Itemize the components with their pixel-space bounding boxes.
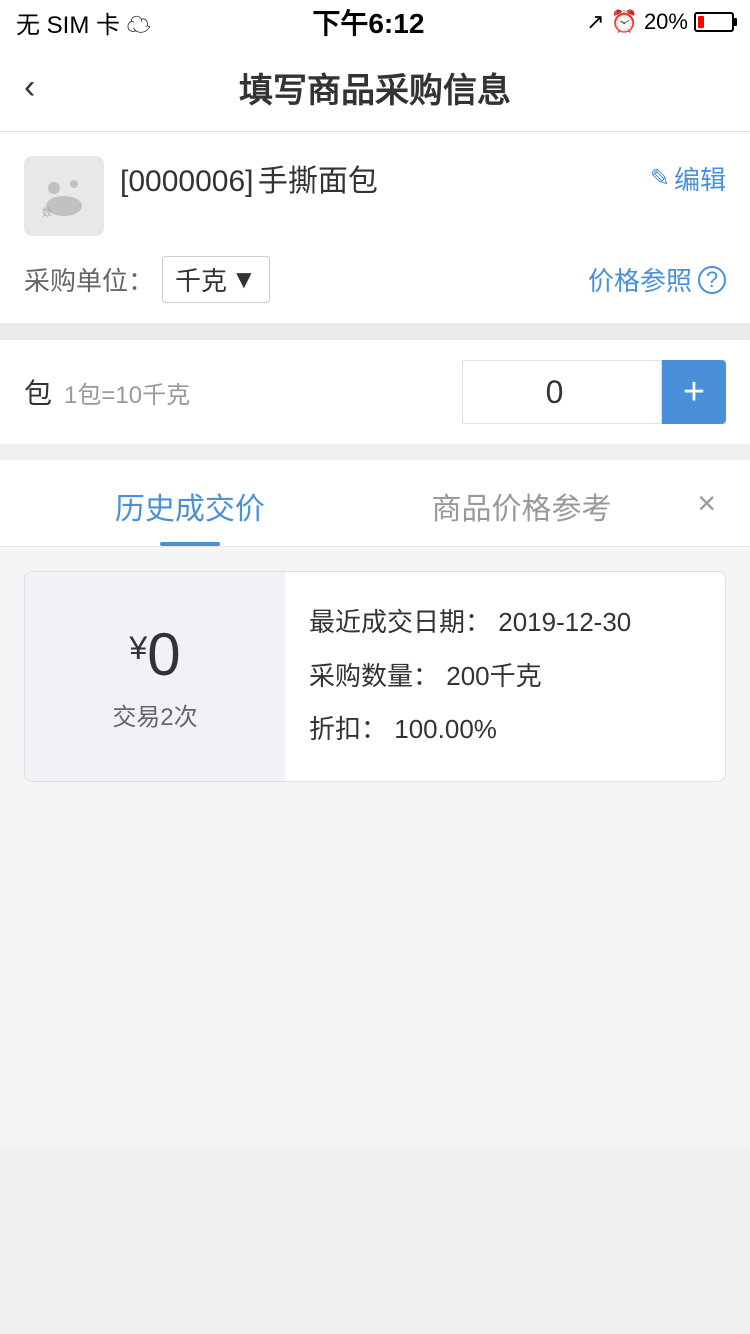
deal-price-section: ¥ 0 交易2次 (25, 572, 285, 781)
deal-qty-row: 采购数量： 200千克 (309, 656, 701, 698)
status-bar: 无 SIM 卡 ☁ 下午6:12 ↗ ⏰ 20% (0, 0, 750, 44)
quantity-plus-button[interactable]: + (662, 360, 726, 424)
nav-bar: ‹ 填写商品采购信息 (0, 44, 750, 132)
product-title: 手撕面包 (258, 165, 378, 198)
status-time: 下午6:12 (312, 2, 424, 42)
deal-date-row: 最近成交日期： 2019-12-30 (309, 602, 701, 644)
deal-date-value: 2019-12-30 (498, 607, 631, 637)
deal-date-label: 最近成交日期： (309, 607, 491, 637)
deal-info-section: 最近成交日期： 2019-12-30 采购数量： 200千克 折扣： 100.0… (285, 572, 725, 781)
deal-count: 交易2次 (112, 697, 197, 732)
edit-button[interactable]: ✎ 编辑 (650, 160, 726, 197)
unit-label: 采购单位： 千克 ▼ (24, 256, 270, 303)
quantity-section: 包 1包=10千克 + (0, 339, 750, 444)
product-id: [0000006] (120, 165, 253, 198)
product-card: 数 [0000006] 手撕面包 ✎ 编辑 采购单位： 千克 ▼ 价格参照 ? (0, 132, 750, 323)
price-ref-button[interactable]: 价格参照 ? (588, 261, 726, 298)
dropdown-arrow-icon: ▼ (231, 264, 257, 295)
deal-qty-value: 200千克 (446, 661, 541, 691)
history-content: ¥ 0 交易2次 最近成交日期： 2019-12-30 采购数量： 200千克 … (0, 547, 750, 1147)
battery-percent: 20% (644, 9, 688, 35)
status-right: ↗ ⏰ 20% (586, 9, 734, 35)
unit-select[interactable]: 千克 ▼ (162, 256, 270, 303)
edit-label: 编辑 (674, 160, 726, 197)
unit-value: 千克 (175, 261, 227, 298)
deal-discount-row: 折扣： 100.00% (309, 709, 701, 751)
deal-price-display: ¥ 0 (129, 620, 180, 689)
product-header: 数 [0000006] 手撕面包 ✎ 编辑 (24, 156, 726, 236)
product-unit-row: 采购单位： 千克 ▼ 价格参照 ? (24, 256, 726, 303)
back-button[interactable]: ‹ (14, 58, 45, 117)
quantity-right: + (462, 360, 726, 424)
quantity-unit-sub: 1包=10千克 (64, 375, 190, 410)
quantity-left: 包 1包=10千克 (24, 372, 190, 412)
edit-icon: ✎ (650, 164, 670, 193)
product-thumbnail: 数 (24, 156, 104, 236)
deal-card: ¥ 0 交易2次 最近成交日期： 2019-12-30 采购数量： 200千克 … (24, 571, 726, 782)
product-name: [0000006] 手撕面包 (120, 156, 378, 200)
location-icon: ↗ (586, 9, 604, 35)
svg-text:数: 数 (42, 206, 52, 219)
tab-product-price-ref[interactable]: 商品价格参考 (356, 460, 688, 546)
status-left: 无 SIM 卡 ☁ (16, 5, 151, 40)
battery-icon (694, 12, 734, 32)
currency-symbol: ¥ (129, 630, 147, 667)
section-separator (0, 323, 750, 339)
tab-history-price[interactable]: 历史成交价 (24, 460, 356, 546)
product-left: 数 [0000006] 手撕面包 (24, 156, 378, 236)
quantity-unit-badge: 包 (24, 372, 52, 412)
deal-amount: 0 (147, 620, 180, 689)
tabs-container: 历史成交价 商品价格参考 × (0, 460, 750, 547)
price-ref-label: 价格参照 (588, 261, 692, 298)
close-tab-button[interactable]: × (687, 475, 726, 532)
deal-qty-label: 采购数量： (309, 661, 439, 691)
deal-discount-label: 折扣： (309, 714, 387, 744)
alarm-icon: ⏰ (611, 9, 638, 35)
page-title: 填写商品采购信息 (239, 63, 511, 112)
quantity-row: 包 1包=10千克 + (24, 340, 726, 444)
quantity-input[interactable] (462, 360, 662, 424)
deal-discount-value: 100.00% (394, 714, 497, 744)
unit-label-text: 采购单位： (24, 261, 154, 298)
sim-signal-text: 无 SIM 卡 ☁ (16, 5, 151, 40)
help-icon: ? (698, 266, 726, 294)
